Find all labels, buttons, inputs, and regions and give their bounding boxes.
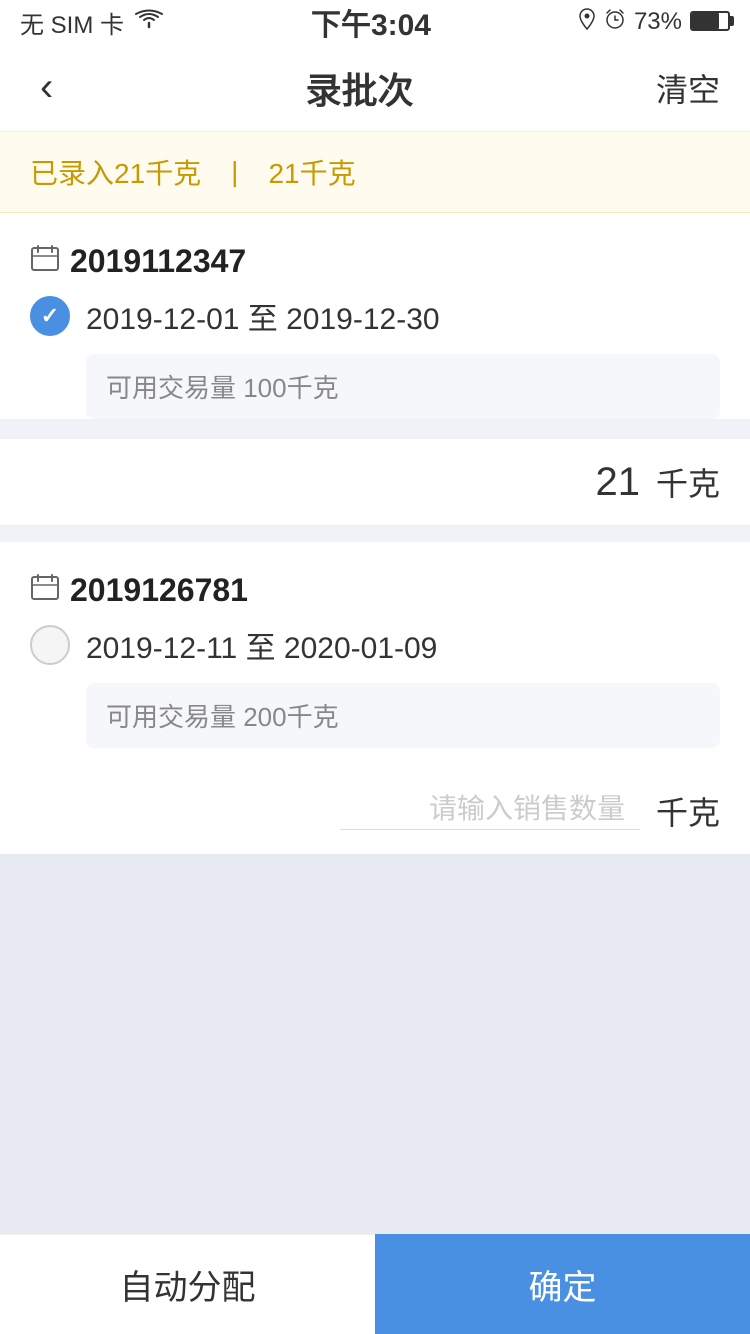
confirm-label: 确定: [529, 1260, 597, 1309]
alarm-icon: [604, 8, 626, 37]
batch-1-available: 可用交易量 100千克: [86, 354, 720, 419]
page-title: 录批次: [306, 62, 414, 114]
total-label: 21千克: [268, 152, 355, 192]
clear-button[interactable]: 清空: [656, 65, 720, 111]
status-bar: 无 SIM 卡 下午3:04 73: [0, 0, 750, 44]
back-button[interactable]: ‹: [30, 55, 63, 120]
batch-1-date-row[interactable]: 2019-12-01 至 2019-12-30: [30, 294, 720, 338]
batch-2-inner: 2019126781 2019-12-11 至 2020-01-09 可用交易量…: [0, 542, 750, 748]
batch-2-date-row[interactable]: 2019-12-11 至 2020-01-09: [30, 623, 720, 667]
batch-2-icon: [30, 573, 60, 609]
auto-distribute-button[interactable]: 自动分配: [0, 1234, 375, 1334]
empty-area: [0, 854, 750, 1274]
batch-2-header: 2019126781: [30, 572, 720, 609]
batch-2-unit: 千克: [656, 788, 720, 834]
summary-divider: |: [231, 156, 238, 188]
wifi-icon: [134, 8, 164, 36]
batch-2-radio[interactable]: [30, 625, 70, 665]
nav-bar: ‹ 录批次 清空: [0, 44, 750, 132]
auto-distribute-label: 自动分配: [120, 1260, 256, 1309]
batch-1-icon: [30, 244, 60, 280]
location-icon: [578, 8, 596, 37]
batch-1-unit: 千克: [656, 459, 720, 505]
batch-2-id: 2019126781: [70, 572, 248, 609]
batch-1-qty-value: 21: [595, 460, 640, 505]
sim-label: 无 SIM 卡: [20, 5, 124, 40]
summary-bar: 已录入21千克 | 21千克: [0, 132, 750, 213]
batch-1-header: 2019112347: [30, 243, 720, 280]
batch-1-date: 2019-12-01 至 2019-12-30: [86, 294, 440, 338]
confirm-button[interactable]: 确定: [375, 1234, 750, 1334]
status-left: 无 SIM 卡: [20, 5, 164, 40]
batch-1-radio[interactable]: [30, 296, 70, 336]
status-time: 下午3:04: [311, 0, 431, 44]
section-divider-1: [0, 526, 750, 542]
status-right: 73%: [578, 8, 730, 37]
battery-percent: 73%: [634, 8, 682, 36]
battery-icon: [690, 8, 730, 36]
batch-2-qty-input[interactable]: [340, 793, 640, 830]
recorded-label: 已录入21千克: [30, 152, 201, 192]
batch-2-qty-row: 千克: [0, 768, 750, 854]
batch-card-1: 2019112347 2019-12-01 至 2019-12-30 可用交易量…: [0, 213, 750, 419]
batch-2-date: 2019-12-11 至 2020-01-09: [86, 623, 437, 667]
batch-1-qty-row: 21 千克: [0, 439, 750, 526]
batch-2-available: 可用交易量 200千克: [86, 683, 720, 748]
batch-card-2: 2019126781 2019-12-11 至 2020-01-09 可用交易量…: [0, 542, 750, 854]
batch-1-id: 2019112347: [70, 243, 246, 280]
bottom-bar: 自动分配 确定: [0, 1234, 750, 1334]
